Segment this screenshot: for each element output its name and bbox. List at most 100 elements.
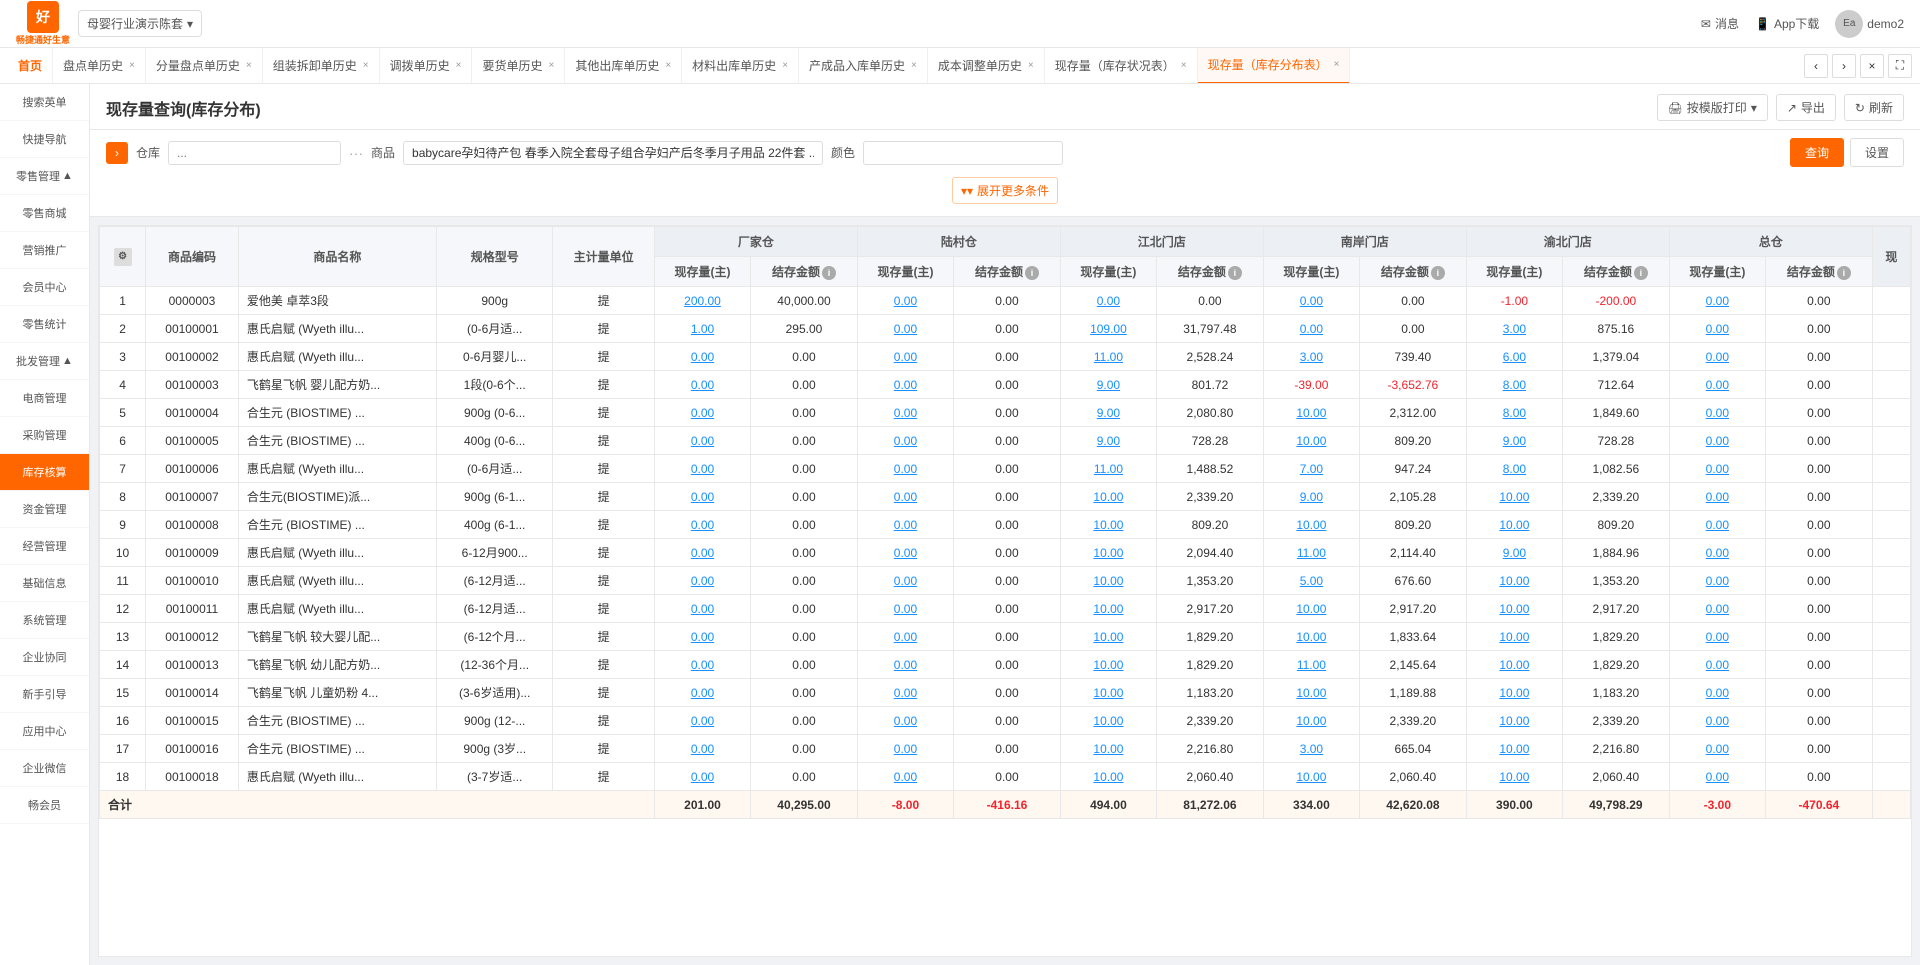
tab-scroll-right[interactable]: › (1832, 54, 1856, 78)
col-code: 0000003 (146, 287, 239, 315)
close-icon[interactable]: × (1334, 59, 1340, 70)
col-jb-qty: 10.00 (1060, 679, 1156, 707)
col-jb-amt: 1,488.52 (1157, 455, 1264, 483)
sidebar-item-purchase[interactable]: 采购管理 (0, 417, 89, 454)
col-na-amt: 2,312.00 (1360, 399, 1467, 427)
col-cy-qty: 0.00 (654, 567, 750, 595)
info-icon[interactable]: i (1025, 266, 1039, 280)
warehouse-more-btn[interactable]: ··· (349, 145, 363, 161)
sidebar-item-apps[interactable]: 应用中心 (0, 713, 89, 750)
col-xian (1872, 707, 1910, 735)
th-lucun-wh: 陆村仓 (857, 227, 1060, 257)
settings-btn[interactable]: 设置 (1850, 138, 1904, 167)
goods-input[interactable] (403, 141, 823, 165)
sidebar-item-system[interactable]: 系统管理 (0, 602, 89, 639)
print-btn[interactable]: 🖨 按模版打印 ▾ (1657, 94, 1768, 121)
th-settings[interactable]: ⚙ (100, 227, 146, 287)
avatar: Ea (1835, 10, 1863, 38)
tab-partial-count[interactable]: 分量盘点单历史× (146, 48, 263, 84)
col-zc-amt: 0.00 (1765, 455, 1872, 483)
sidebar-item-mall[interactable]: 零售商城 (0, 195, 89, 232)
close-icon[interactable]: × (665, 60, 671, 71)
close-icon[interactable]: × (1028, 60, 1034, 71)
refresh-btn[interactable]: ↻ 刷新 (1844, 94, 1904, 121)
col-jb-qty: 9.00 (1060, 371, 1156, 399)
close-icon[interactable]: × (456, 60, 462, 71)
sidebar-item-guide[interactable]: 新手引导 (0, 676, 89, 713)
info-icon[interactable]: i (1634, 266, 1648, 280)
info-icon[interactable]: i (1837, 266, 1851, 280)
col-na-qty: 7.00 (1263, 455, 1359, 483)
col-spec: 900g (3岁... (436, 735, 552, 763)
col-cy-qty: 0.00 (654, 539, 750, 567)
sidebar-item-inventory[interactable]: 库存核算 (0, 454, 89, 491)
sidebar-item-ecommerce[interactable]: 电商管理 (0, 380, 89, 417)
tab-expand[interactable]: ⛶ (1888, 54, 1912, 78)
sidebar-item-finance[interactable]: 资金管理 (0, 491, 89, 528)
close-icon[interactable]: × (129, 60, 135, 71)
sidebar-item-search[interactable]: 搜索英单 (0, 84, 89, 121)
query-btn[interactable]: 查询 (1790, 138, 1844, 167)
col-yb-qty: 10.00 (1466, 567, 1562, 595)
sidebar-item-wechat[interactable]: 企业微信 (0, 750, 89, 787)
total-na-amt: 42,620.08 (1360, 791, 1467, 819)
app-download-btn[interactable]: 📱 App下载 (1755, 15, 1819, 32)
col-xian (1872, 623, 1910, 651)
col-lc-amt: 0.00 (954, 371, 1061, 399)
export-btn[interactable]: ↗ 导出 (1776, 94, 1836, 121)
tab-scroll-left[interactable]: ‹ (1804, 54, 1828, 78)
col-no: 13 (100, 623, 146, 651)
col-na-amt: 676.60 (1360, 567, 1467, 595)
col-zc-qty: 0.00 (1669, 483, 1765, 511)
sidebar-item-member[interactable]: 会员中心 (0, 269, 89, 306)
col-unit: 提 (553, 455, 654, 483)
th-na-qty: 现存量(主) (1263, 257, 1359, 287)
sidebar-item-nav[interactable]: 快捷导航 (0, 121, 89, 158)
table-container[interactable]: ⚙ 商品编码 商品名称 规格型号 主计量单位 厂家仓 陆村仓 江北门店 南岸门店… (98, 225, 1912, 957)
tab-cost-adjust[interactable]: 成本调整单历史× (928, 48, 1045, 84)
col-jb-amt: 2,917.20 (1157, 595, 1264, 623)
col-name: 惠氏启赋 (Wyeth illu... (238, 343, 436, 371)
close-icon[interactable]: × (1181, 60, 1187, 71)
close-icon[interactable]: × (911, 60, 917, 71)
info-icon[interactable]: i (822, 266, 836, 280)
tab-other-out[interactable]: 其他出库单历史× (565, 48, 682, 84)
col-name: 爱他美 卓萃3段 (238, 287, 436, 315)
industry-selector[interactable]: 母婴行业演示陈套 ▾ (78, 10, 202, 37)
close-icon[interactable]: × (782, 60, 788, 71)
tab-home[interactable]: 首页 (8, 48, 53, 84)
close-icon[interactable]: × (363, 60, 369, 71)
sidebar-item-marketing[interactable]: 营销推广 (0, 232, 89, 269)
col-lc-qty: 0.00 (857, 315, 953, 343)
tab-material-out[interactable]: 材料出库单历史× (682, 48, 799, 84)
sidebar-item-collab[interactable]: 企业协同 (0, 639, 89, 676)
info-icon[interactable]: i (1228, 266, 1242, 280)
col-zc-qty: 0.00 (1669, 679, 1765, 707)
tab-stock-dist[interactable]: 现存量（库存分布表）× (1198, 48, 1351, 84)
warehouse-input[interactable] (168, 141, 341, 165)
message-btn[interactable]: ✉ 消息 (1701, 15, 1739, 32)
close-icon[interactable]: × (548, 60, 554, 71)
sidebar-item-member2[interactable]: 畅会员 (0, 787, 89, 824)
info-icon[interactable]: i (1431, 266, 1445, 280)
tab-stock-status[interactable]: 现存量（库存状况表）× (1045, 48, 1198, 84)
col-yb-qty: 10.00 (1466, 483, 1562, 511)
sidebar-item-wholesale[interactable]: 批发管理▲ (0, 343, 89, 380)
close-icon[interactable]: × (246, 60, 252, 71)
sidebar-item-retail-stats[interactable]: 零售统计 (0, 306, 89, 343)
expand-conditions-btn[interactable]: ▾▾ 展开更多条件 (952, 177, 1058, 204)
sidebar-item-retail[interactable]: 零售管理▲ (0, 158, 89, 195)
tab-transfer[interactable]: 调拨单历史× (380, 48, 473, 84)
settings-icon[interactable]: ⚙ (114, 248, 132, 266)
user-menu[interactable]: Ea demo2 (1835, 10, 1904, 38)
tab-inventory-count[interactable]: 盘点单历史× (53, 48, 146, 84)
tab-assembly[interactable]: 组装拆卸单历史× (263, 48, 380, 84)
color-input[interactable] (863, 141, 1063, 165)
tab-product-in[interactable]: 产成品入库单历史× (799, 48, 928, 84)
sidebar-item-basics[interactable]: 基础信息 (0, 565, 89, 602)
col-na-amt: 2,114.40 (1360, 539, 1467, 567)
tab-requisition[interactable]: 要货单历史× (472, 48, 565, 84)
filter-collapse-btn[interactable]: › (106, 142, 128, 164)
sidebar-item-operations[interactable]: 经营管理 (0, 528, 89, 565)
tab-close-all[interactable]: × (1860, 54, 1884, 78)
